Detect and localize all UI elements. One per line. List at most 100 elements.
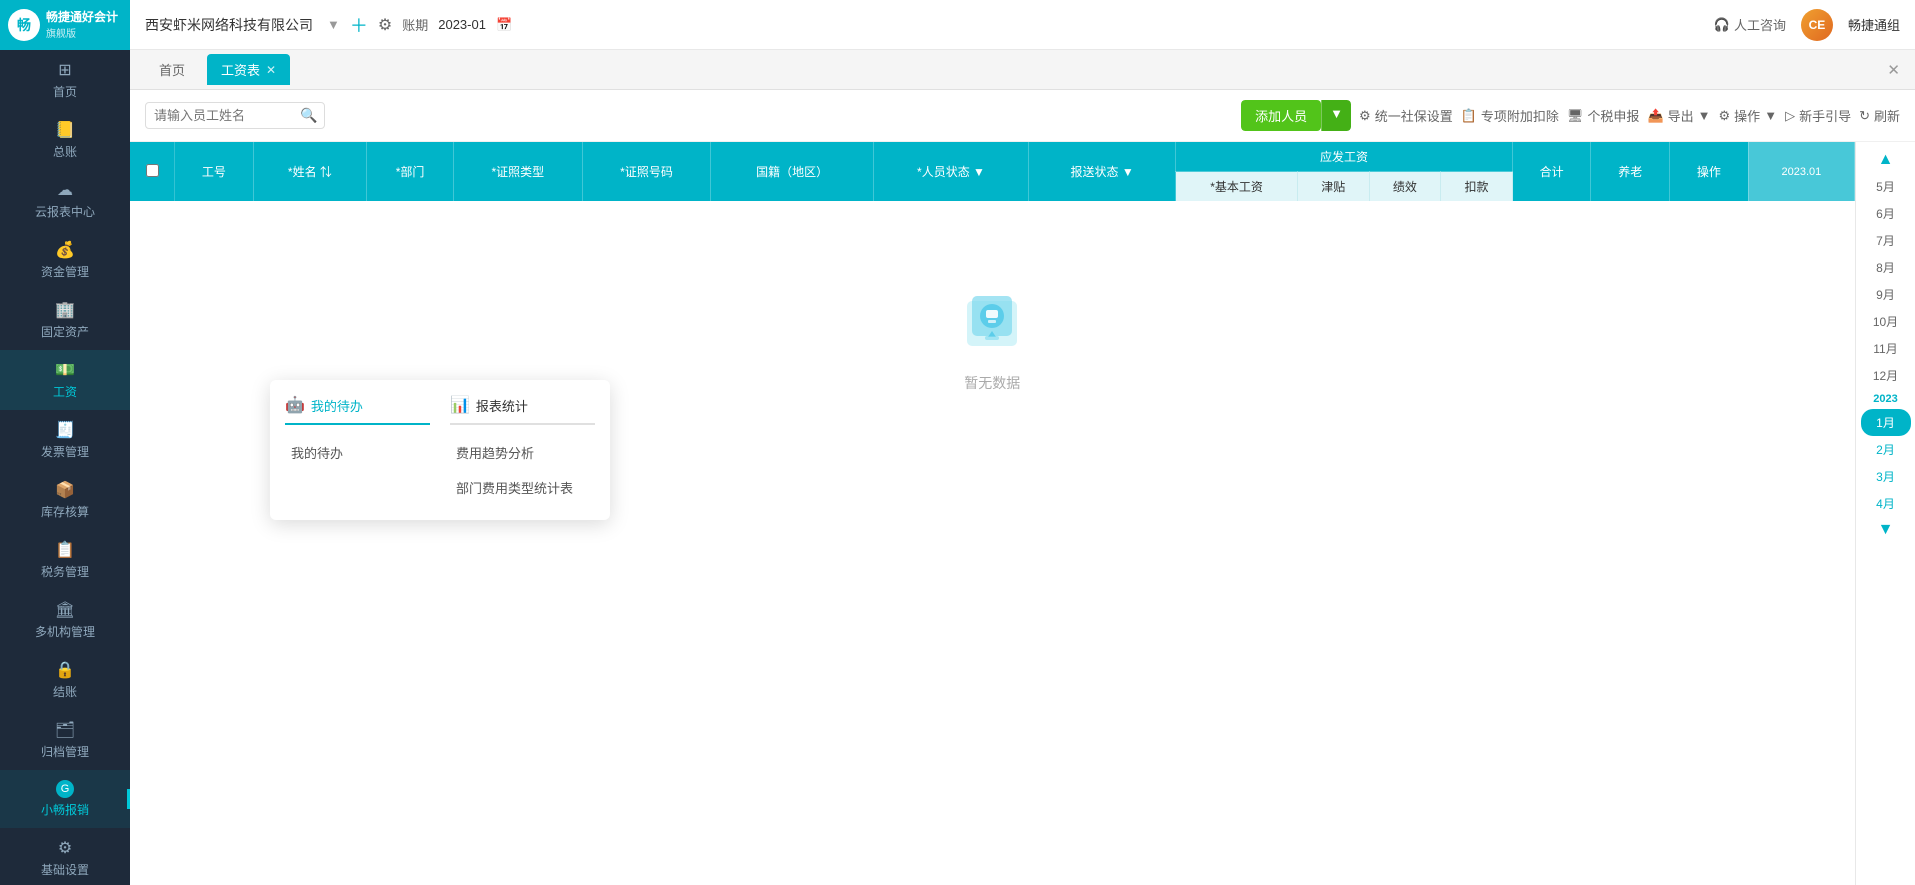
service-label: 人工咨询	[1734, 15, 1786, 34]
sidebar-nav: ⊞ 首页 📒 总账 ☁ 云报表中心 💰 资金管理 🏢 固定资产 💵 工资 🧾 发…	[0, 50, 130, 885]
sidebar-item-multi-org[interactable]: 🏛 多机构管理	[0, 590, 130, 650]
timeline-nav-down[interactable]: ▼	[1874, 517, 1898, 543]
th-report-status: 报送状态 ▼	[1029, 142, 1176, 201]
sidebar-item-fixed-assets[interactable]: 🏢 固定资产	[0, 290, 130, 350]
operations-button[interactable]: ⚙ 操作 ▼	[1719, 106, 1778, 125]
sidebar-item-label: 结账	[53, 683, 77, 700]
company-dropdown-icon[interactable]: ▼	[327, 17, 340, 32]
th-operations: 操作	[1670, 142, 1749, 201]
sidebar-item-label: 总账	[53, 143, 77, 160]
th-payroll-group: 应发工资	[1176, 142, 1513, 172]
sidebar-item-label: 固定资产	[41, 323, 89, 340]
timeline-month-feb[interactable]: 2月	[1861, 436, 1911, 463]
timeline-nav-up[interactable]: ▲	[1874, 147, 1898, 173]
th-id-type: *证照类型	[453, 142, 582, 201]
th-total: 合计	[1512, 142, 1591, 201]
export-button[interactable]: 📤 导出 ▼	[1647, 106, 1710, 125]
tab-bar: 首页 工资表 ✕ ✕	[130, 50, 1915, 90]
sidebar: 畅 畅捷通好会计 旗舰版 ⊞ 首页 📒 总账 ☁ 云报表中心 💰 资金管理 🏢 …	[0, 0, 130, 885]
closing-icon: 🔒	[55, 660, 75, 680]
sidebar-item-xiaochang[interactable]: G 小畅报销	[0, 770, 130, 828]
sidebar-item-label: 多机构管理	[35, 623, 95, 640]
export-icon: 📤	[1647, 108, 1663, 124]
popup-item-dept-cost[interactable]: 部门费用类型统计表	[450, 470, 595, 505]
social-security-button[interactable]: ⚙ 统一社保设置	[1359, 106, 1453, 125]
personal-tax-button[interactable]: 🖥 个税申报	[1567, 106, 1640, 125]
th-checkbox[interactable]	[130, 142, 175, 201]
timeline-month-9[interactable]: 9月	[1861, 281, 1911, 308]
sidebar-item-label: 发票管理	[41, 443, 89, 460]
settings-icon: ⚙	[58, 838, 72, 858]
timeline-month-apr[interactable]: 4月	[1861, 490, 1911, 517]
home-icon: ⊞	[58, 60, 71, 80]
assets-icon: 🏢	[55, 300, 75, 320]
export-label: 导出	[1668, 106, 1694, 125]
th-performance: 绩效	[1369, 172, 1441, 202]
archive-icon: 🗂	[55, 720, 75, 740]
search-input[interactable]	[154, 108, 294, 123]
th-deduction: 扣款	[1441, 172, 1513, 202]
sidebar-item-tax[interactable]: 📋 税务管理	[0, 530, 130, 590]
add-company-button[interactable]: ＋	[350, 12, 368, 38]
special-deduction-icon: 📋	[1461, 108, 1477, 124]
settings-button[interactable]: ⚙	[378, 15, 392, 35]
refresh-button[interactable]: ↻ 刷新	[1859, 106, 1900, 125]
tab-home-label: 首页	[159, 60, 185, 79]
new-guide-label: 新手引导	[1799, 106, 1851, 125]
timeline-month-7[interactable]: 7月	[1861, 227, 1911, 254]
add-person-label: 添加人员	[1255, 106, 1307, 125]
timeline-month-12[interactable]: 12月	[1861, 362, 1911, 389]
add-person-button[interactable]: 添加人员	[1241, 100, 1321, 131]
timeline-month-11[interactable]: 11月	[1861, 335, 1911, 362]
sidebar-item-label: 工资	[53, 383, 77, 400]
ledger-icon: 📒	[55, 120, 75, 140]
th-id-number: *证照号码	[582, 142, 711, 201]
popup-col-pending: 🤖 我的待办 我的待办	[285, 395, 430, 505]
xiaochang-icon: G	[56, 780, 74, 798]
app-name: 畅捷通好会计	[46, 10, 118, 24]
popup-item-my-pending[interactable]: 我的待办	[285, 435, 430, 470]
sidebar-item-closing[interactable]: 🔒 结账	[0, 650, 130, 710]
sidebar-item-general-ledger[interactable]: 📒 总账	[0, 110, 130, 170]
timeline-current-year: 2023	[1871, 389, 1899, 409]
logo-icon: 畅	[8, 9, 40, 41]
sidebar-item-funds[interactable]: 💰 资金管理	[0, 230, 130, 290]
special-deduction-label: 专项附加扣除	[1481, 106, 1559, 125]
sidebar-item-inventory[interactable]: 📦 库存核算	[0, 470, 130, 530]
app-logo: 畅 畅捷通好会计 旗舰版	[0, 0, 130, 50]
timeline-month-jan[interactable]: 1月	[1861, 409, 1911, 436]
sidebar-item-cloud-reports[interactable]: ☁ 云报表中心	[0, 170, 130, 230]
service-button[interactable]: 🎧 人工咨询	[1714, 15, 1786, 34]
empty-state-text: 暂无数据	[964, 373, 1020, 393]
close-all-tabs-button[interactable]: ✕	[1887, 61, 1900, 79]
popup-item-cost-trend[interactable]: 费用趋势分析	[450, 435, 595, 470]
select-all-checkbox[interactable]	[146, 164, 159, 177]
funds-icon: 💰	[55, 240, 75, 260]
timeline-month-mar[interactable]: 3月	[1861, 463, 1911, 490]
timeline-month-6[interactable]: 6月	[1861, 200, 1911, 227]
new-guide-button[interactable]: ▷ 新手引导	[1785, 106, 1851, 125]
sidebar-item-invoice[interactable]: 🧾 发票管理	[0, 410, 130, 470]
timeline-month-5[interactable]: 5月	[1861, 173, 1911, 200]
search-icon[interactable]: 🔍	[300, 107, 317, 124]
th-personnel-status: *人员状态 ▼	[873, 142, 1028, 201]
period-value: 2023-01	[438, 17, 486, 32]
timeline-month-8[interactable]: 8月	[1861, 254, 1911, 281]
app-sub: 旗舰版	[46, 25, 118, 40]
special-deduction-button[interactable]: 📋 专项附加扣除	[1461, 106, 1559, 125]
sidebar-item-home[interactable]: ⊞ 首页	[0, 50, 130, 110]
popup-header-label: 我的待办	[311, 396, 363, 415]
tab-payroll[interactable]: 工资表 ✕	[207, 54, 290, 85]
sidebar-item-payroll[interactable]: 💵 工资	[0, 350, 130, 410]
operations-dropdown-icon: ▼	[1764, 108, 1777, 123]
calendar-icon[interactable]: 📅	[496, 17, 512, 33]
top-bar: 西安虾米网络科技有限公司 ▼ ＋ ⚙ 账期 2023-01 📅 🎧 人工咨询 C…	[130, 0, 1915, 50]
sidebar-item-basic-settings[interactable]: ⚙ 基础设置	[0, 828, 130, 885]
refresh-icon: ↻	[1859, 108, 1870, 124]
add-person-dropdown[interactable]: ▼	[1321, 100, 1351, 131]
tab-home[interactable]: 首页	[145, 54, 199, 85]
popup-header-pending: 🤖 我的待办	[285, 395, 430, 425]
sidebar-item-archive[interactable]: 🗂 归档管理	[0, 710, 130, 770]
tab-close-icon[interactable]: ✕	[266, 63, 276, 77]
timeline-month-10[interactable]: 10月	[1861, 308, 1911, 335]
